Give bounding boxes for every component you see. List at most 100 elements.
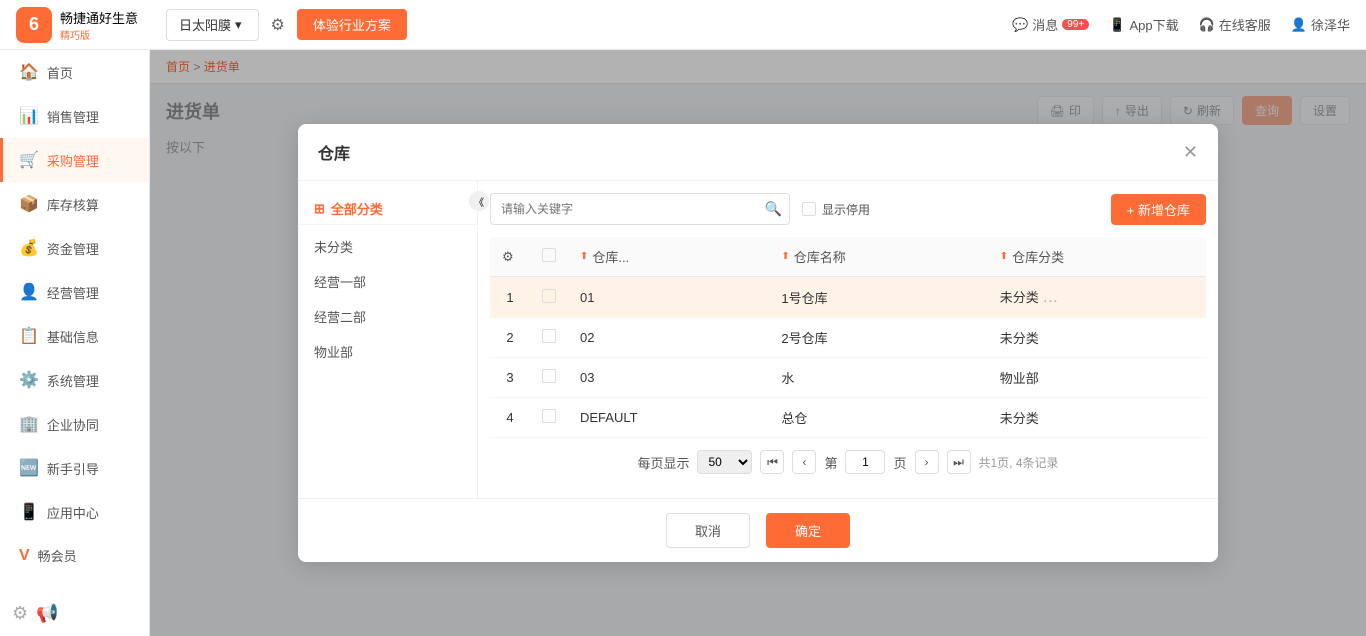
app-download-item[interactable]: 📱 App下载 (1109, 15, 1178, 34)
row-num: 3 (490, 358, 530, 398)
purchase-icon: 🛒 (19, 150, 39, 170)
sidebar-label-enterprise: 企业协同 (47, 415, 99, 434)
sidebar-label-sales: 销售管理 (47, 107, 99, 126)
speaker-icon[interactable]: 📢 (36, 603, 58, 624)
modal-close-button[interactable]: ✕ (1183, 142, 1198, 163)
notification-badge: 99+ (1062, 19, 1089, 30)
sidebar-item-guide[interactable]: 🆕 新手引导 (0, 446, 149, 490)
logo-area: 6 畅捷通好生意 精巧版 (16, 7, 166, 43)
modal-main-content: 🔍 显示停用 + 新增仓库 (478, 181, 1218, 498)
sidebar-item-operation[interactable]: 👤 经营管理 (0, 270, 149, 314)
row-checkbox[interactable] (530, 358, 568, 398)
show-disabled-label: 显示停用 (822, 201, 870, 218)
category-item-dept2[interactable]: 经营二部 (298, 299, 477, 334)
phone-icon: 📱 (1109, 17, 1125, 33)
table-header-row: ⚙ ⬆仓库... ⬆仓库名称 (490, 237, 1206, 277)
confirm-button[interactable]: 确定 (766, 513, 850, 548)
sidebar-item-finance[interactable]: 💰 资金管理 (0, 226, 149, 270)
main-area: 首页 > 进货单 进货单 🖨 印 ↑ 导出 ↻ 刷新 查询 设置 按以下 (150, 50, 1366, 636)
category-item-unclassified[interactable]: 未分类 (298, 229, 477, 264)
next-page-button[interactable]: › (915, 450, 939, 474)
prev-page-button[interactable]: ‹ (792, 450, 816, 474)
first-page-button[interactable]: ⏮ (760, 450, 784, 474)
user-item[interactable]: 👤 徐泽华 (1291, 15, 1350, 34)
sidebar-label-apps: 应用中心 (47, 503, 99, 522)
row-actions[interactable]: … (1042, 289, 1060, 306)
col-header-code[interactable]: ⬆仓库... (568, 237, 769, 277)
apps-icon: 📱 (19, 502, 39, 522)
row-code: 02 (568, 318, 769, 358)
chevron-down-icon: ▾ (235, 17, 242, 33)
row-category: 未分类 … (988, 277, 1206, 318)
sidebar-item-system[interactable]: ⚙️ 系统管理 (0, 358, 149, 402)
row-category: 未分类 (988, 398, 1206, 438)
sort-icon-name: ⬆ (781, 251, 789, 262)
row-checkbox[interactable] (530, 398, 568, 438)
message-icon: 💬 (1012, 17, 1028, 33)
headset-icon: 🎧 (1199, 17, 1215, 33)
table-row[interactable]: 2 02 2号仓库 未分类 (490, 318, 1206, 358)
row-category: 物业部 (988, 358, 1206, 398)
sidebar-item-home[interactable]: 🏠 首页 (0, 50, 149, 94)
settings-icon[interactable]: ⚙ (271, 15, 285, 35)
search-input[interactable] (490, 193, 790, 225)
basic-icon: 📋 (19, 326, 39, 346)
store-selector[interactable]: 日太阳膜 ▾ (166, 9, 259, 41)
sidebar-label-home: 首页 (47, 63, 73, 82)
search-bar: 🔍 显示停用 + 新增仓库 (490, 193, 1206, 225)
sort-icon-code: ⬆ (580, 251, 588, 262)
notification-item[interactable]: 💬 消息 99+ (1012, 15, 1089, 34)
guide-icon: 🆕 (19, 458, 39, 478)
system-icon: ⚙️ (19, 370, 39, 390)
sidebar-item-inventory[interactable]: 📦 库存核算 (0, 182, 149, 226)
sidebar-label-basic: 基础信息 (47, 327, 99, 346)
warehouse-table: ⚙ ⬆仓库... ⬆仓库名称 (490, 237, 1206, 438)
cancel-button[interactable]: 取消 (666, 513, 750, 548)
category-header-label: 全部分类 (331, 199, 383, 218)
store-name: 日太阳膜 (179, 15, 231, 34)
sidebar-item-member[interactable]: V 畅会员 (0, 534, 149, 577)
service-item[interactable]: 🎧 在线客服 (1199, 15, 1271, 34)
logo-sub: 精巧版 (60, 27, 138, 42)
inventory-icon: 📦 (19, 194, 39, 214)
search-icon[interactable]: 🔍 (765, 201, 782, 218)
category-item-property[interactable]: 物业部 (298, 334, 477, 369)
sidebar-item-enterprise[interactable]: 🏢 企业协同 (0, 402, 149, 446)
home-icon: 🏠 (19, 62, 39, 82)
settings-bottom-icon[interactable]: ⚙ (12, 603, 28, 624)
page-number-input[interactable] (845, 450, 885, 474)
sidebar-item-apps[interactable]: 📱 应用中心 (0, 490, 149, 534)
table-row[interactable]: 1 01 1号仓库 未分类 … (490, 277, 1206, 318)
app-label: App下载 (1129, 15, 1178, 34)
row-checkbox[interactable] (530, 277, 568, 318)
show-disabled-checkbox[interactable] (802, 202, 816, 216)
row-num: 1 (490, 277, 530, 318)
col-header-gear[interactable]: ⚙ (490, 237, 530, 277)
table-row[interactable]: 4 DEFAULT 总仓 未分类 (490, 398, 1206, 438)
sidebar-label-system: 系统管理 (47, 371, 99, 390)
col-header-checkbox[interactable] (530, 237, 568, 277)
sidebar-item-basic[interactable]: 📋 基础信息 (0, 314, 149, 358)
industry-button[interactable]: 体验行业方案 (297, 9, 407, 40)
modal-overlay: 仓库 ✕ ⊞ 全部分类 《 未分类 经营一部 经营二部 (150, 50, 1366, 636)
last-page-button[interactable]: ⏭ (947, 450, 971, 474)
grid-icon: ⊞ (314, 201, 325, 217)
row-checkbox[interactable] (530, 318, 568, 358)
finance-icon: 💰 (19, 238, 39, 258)
row-name: 总仓 (769, 398, 987, 438)
row-category: 未分类 (988, 318, 1206, 358)
total-info: 共1页, 4条记录 (979, 454, 1059, 471)
collapse-sidebar-button[interactable]: 《 (469, 191, 489, 211)
page-label: 页 (893, 453, 906, 472)
main-layout: 🏠 首页 📊 销售管理 🛒 采购管理 📦 库存核算 💰 资金管理 👤 经营管理 … (0, 50, 1366, 636)
col-header-category[interactable]: ⬆仓库分类 (988, 237, 1206, 277)
table-body: 1 01 1号仓库 未分类 … 2 02 (490, 277, 1206, 438)
page-size-select[interactable]: 10 20 50 100 (697, 450, 752, 474)
add-warehouse-button[interactable]: + 新增仓库 (1111, 194, 1206, 225)
sidebar-item-purchase[interactable]: 🛒 采购管理 (0, 138, 149, 182)
col-header-name[interactable]: ⬆仓库名称 (769, 237, 987, 277)
category-item-dept1[interactable]: 经营一部 (298, 264, 477, 299)
search-input-wrap: 🔍 (490, 193, 790, 225)
table-row[interactable]: 3 03 水 物业部 (490, 358, 1206, 398)
sidebar-item-sales[interactable]: 📊 销售管理 (0, 94, 149, 138)
